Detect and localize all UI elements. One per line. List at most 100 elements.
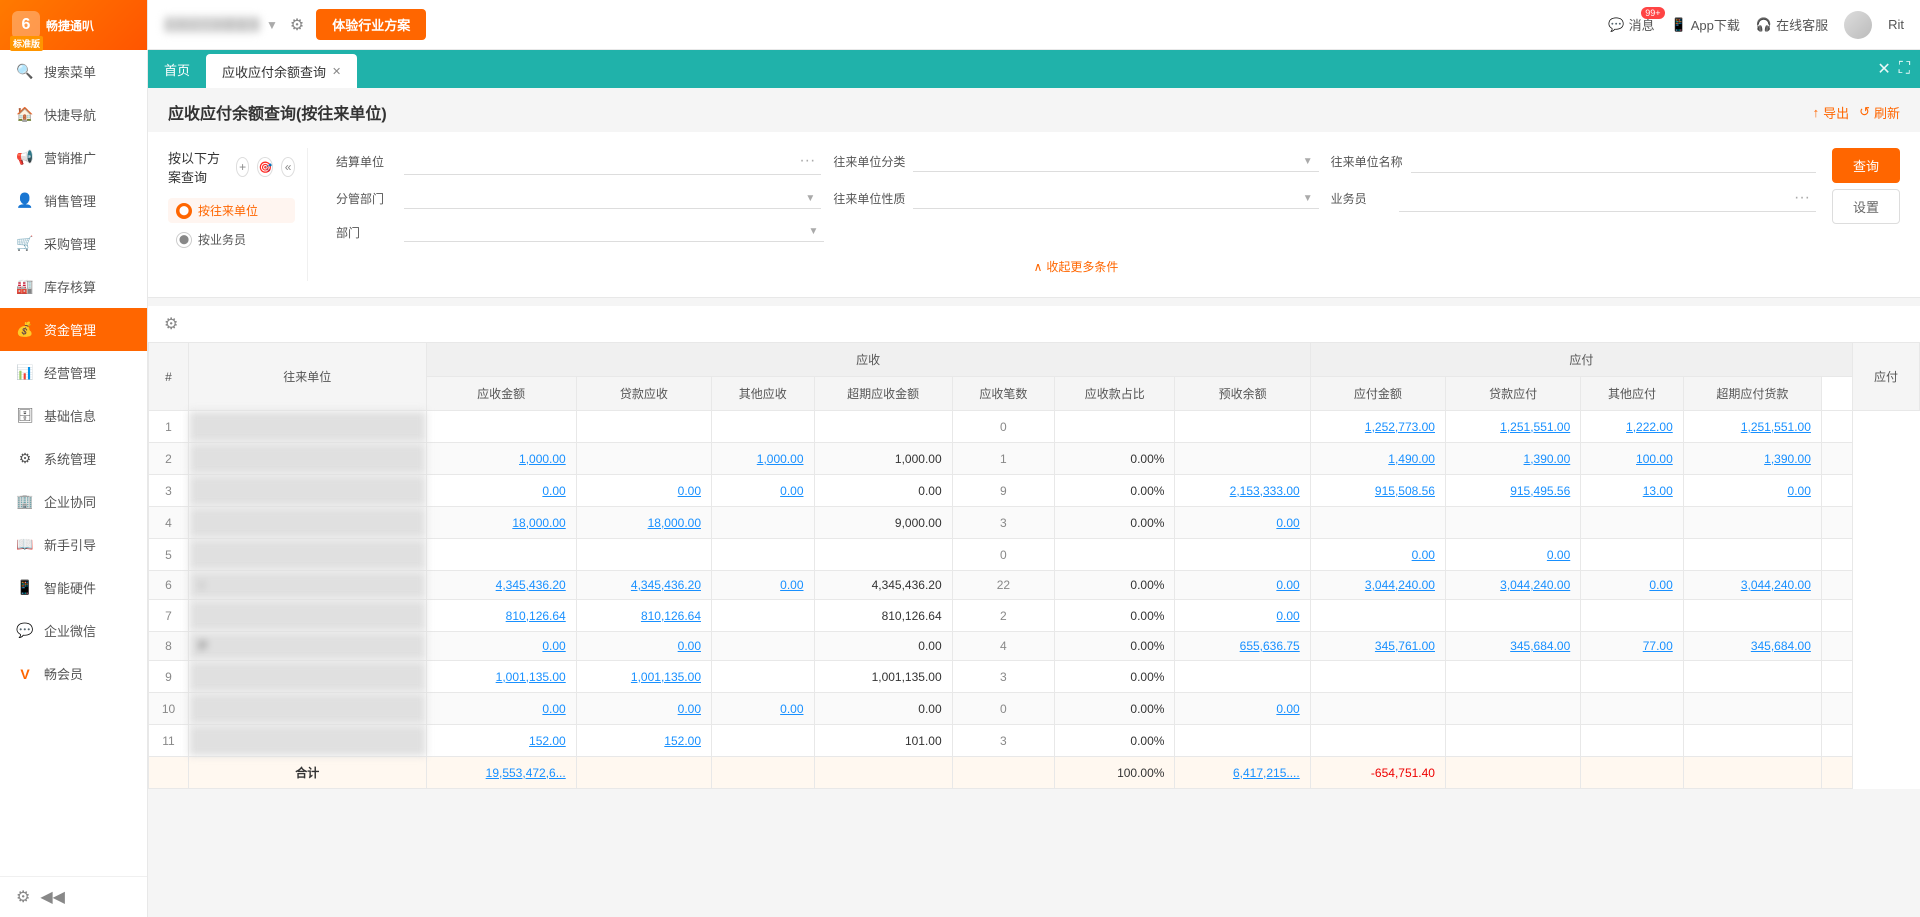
sidebar-item-inventory[interactable]: 🏭 库存核算	[0, 265, 147, 308]
table-cell[interactable]: 4,345,436.20	[426, 571, 576, 600]
filter-collapse-button[interactable]: «	[281, 157, 295, 177]
settings-icon[interactable]: ⚙	[16, 887, 30, 907]
table-cell[interactable]: 345,684.00	[1683, 632, 1821, 661]
sidebar-item-basic-info[interactable]: 🗄 基础信息	[0, 394, 147, 437]
unit-category-input[interactable]: ▼	[913, 152, 1318, 172]
sidebar-item-search[interactable]: 🔍 搜索菜单	[0, 50, 147, 93]
close-all-icon[interactable]: ✕	[1877, 59, 1890, 79]
table-cell[interactable]: 915,495.56	[1445, 475, 1580, 507]
table-cell[interactable]: 1,252,773.00	[1310, 411, 1445, 443]
table-cell[interactable]: 1,251,551.00	[1445, 411, 1580, 443]
message-button[interactable]: 💬 消息 99+	[1608, 15, 1654, 34]
table-settings-icon[interactable]: ⚙	[164, 314, 178, 334]
table-cell[interactable]: 4,345,436.20	[576, 571, 711, 600]
settlement-input[interactable]: ···	[404, 148, 821, 175]
table-cell[interactable]: 915,508.56	[1310, 475, 1445, 507]
more-conditions-toggle[interactable]: ∧ 收起更多条件	[336, 252, 1816, 281]
table-cell[interactable]: 0.00	[576, 632, 711, 661]
table-cell[interactable]: 0.00	[1175, 507, 1310, 539]
table-cell[interactable]: 18,000.00	[426, 507, 576, 539]
table-cell[interactable]: 0.00	[712, 571, 815, 600]
table-cell[interactable]: 0.00	[1175, 571, 1310, 600]
filter-option-by-unit[interactable]: ⬤ 按往来单位	[168, 198, 295, 223]
table-cell[interactable]: 1,000.00	[712, 443, 815, 475]
refresh-button[interactable]: ↺ 刷新	[1859, 103, 1900, 122]
table-cell[interactable]: 0.00	[426, 475, 576, 507]
table-cell[interactable]: 1,001,135.00	[426, 661, 576, 693]
table-cell[interactable]: 18,000.00	[576, 507, 711, 539]
sidebar-item-wechat[interactable]: 💬 企业微信	[0, 609, 147, 652]
table-cell[interactable]: 152.00	[576, 725, 711, 757]
table-cell[interactable]: 0.00	[1683, 475, 1821, 507]
table-cell[interactable]: 345,761.00	[1310, 632, 1445, 661]
unit-nature-input[interactable]: ▼	[913, 189, 1318, 209]
dept-manage-input[interactable]: ▼	[404, 189, 821, 209]
table-cell	[576, 411, 711, 443]
sidebar-item-sales[interactable]: 👤 销售管理	[0, 179, 147, 222]
table-cell[interactable]: 0.00	[1310, 539, 1445, 571]
table-cell[interactable]: 1,222.00	[1581, 411, 1684, 443]
table-cell[interactable]: 0.00	[426, 693, 576, 725]
footer-ar-amount[interactable]: 19,553,472,6...	[426, 757, 576, 789]
table-cell[interactable]: 345,684.00	[1445, 632, 1580, 661]
sidebar-item-member[interactable]: V 畅会员	[0, 652, 147, 695]
table-cell[interactable]: 0.00	[1581, 571, 1684, 600]
table-cell[interactable]: 3,044,240.00	[1683, 571, 1821, 600]
collapse-icon[interactable]: ◀◀	[40, 887, 65, 907]
export-button[interactable]: ↑ 导出	[1813, 103, 1850, 122]
table-cell[interactable]: 77.00	[1581, 632, 1684, 661]
tab-ar-ap[interactable]: 应收应付余额查询 ✕	[206, 54, 357, 88]
setting-button[interactable]: 设置	[1832, 189, 1900, 224]
app-download-button[interactable]: 📱 App下载	[1671, 15, 1740, 34]
sidebar-item-enterprise[interactable]: 🏢 企业协同	[0, 480, 147, 523]
table-cell[interactable]: 0.00	[1175, 693, 1310, 725]
table-cell[interactable]: 0.00	[1445, 539, 1580, 571]
table-cell[interactable]: 100.00	[1581, 443, 1684, 475]
query-button[interactable]: 查询	[1832, 148, 1900, 183]
table-cell[interactable]: 810,126.64	[426, 600, 576, 632]
filter-add-button[interactable]: +	[236, 157, 250, 177]
unit-name-input[interactable]	[1411, 150, 1816, 173]
sidebar-item-operations[interactable]: 📊 经营管理	[0, 351, 147, 394]
sidebar-item-finance[interactable]: 💰 资金管理	[0, 308, 147, 351]
table-cell[interactable]: 0.00	[576, 693, 711, 725]
sidebar-item-system[interactable]: ⚙ 系统管理	[0, 437, 147, 480]
sidebar-item-guide[interactable]: 📖 新手引导	[0, 523, 147, 566]
user-avatar[interactable]	[1844, 11, 1872, 39]
solution-button[interactable]: 体验行业方案	[316, 9, 426, 40]
table-cell[interactable]: 1,490.00	[1310, 443, 1445, 475]
table-cell[interactable]: 0.00	[426, 632, 576, 661]
table-cell[interactable]: 1,001,135.00	[576, 661, 711, 693]
salesman-input[interactable]: ···	[1399, 185, 1816, 212]
table-cell[interactable]: 1,000.00	[426, 443, 576, 475]
table-cell[interactable]: 1,390.00	[1445, 443, 1580, 475]
sidebar-item-quick-nav[interactable]: 🏠 快捷导航	[0, 93, 147, 136]
table-cell[interactable]: 2,153,333.00	[1175, 475, 1310, 507]
table-cell[interactable]: 3,044,240.00	[1445, 571, 1580, 600]
sidebar-item-purchase[interactable]: 🛒 采购管理	[0, 222, 147, 265]
system-icon: ⚙	[16, 450, 34, 468]
table-cell[interactable]: 1,390.00	[1683, 443, 1821, 475]
footer-prepaid[interactable]: 6,417,215....	[1175, 757, 1310, 789]
table-cell[interactable]: 3,044,240.00	[1310, 571, 1445, 600]
table-cell[interactable]: 0.00	[712, 475, 815, 507]
table-cell[interactable]: 0.00	[1175, 600, 1310, 632]
filter-target-button[interactable]: 🎯	[257, 157, 273, 177]
table-cell[interactable]: 0.00	[576, 475, 711, 507]
sidebar-item-hardware[interactable]: 📱 智能硬件	[0, 566, 147, 609]
topbar-gear-icon[interactable]: ⚙	[290, 15, 304, 35]
tab-home[interactable]: 首页	[148, 50, 206, 88]
table-cell[interactable]: 0.00	[712, 693, 815, 725]
table-cell[interactable]: 810,126.64	[576, 600, 711, 632]
expand-icon[interactable]: ⛶	[1899, 60, 1910, 78]
table-cell[interactable]: 152.00	[426, 725, 576, 757]
dept-input[interactable]: ▼	[404, 222, 824, 242]
table-cell[interactable]: 1,251,551.00	[1683, 411, 1821, 443]
table-cell[interactable]: 13.00	[1581, 475, 1684, 507]
online-service-button[interactable]: 🎧 在线客服	[1756, 15, 1828, 34]
tab-close-icon[interactable]: ✕	[332, 65, 341, 78]
sidebar-item-marketing[interactable]: 📢 营销推广	[0, 136, 147, 179]
filter-option-by-staff[interactable]: ⬤ 按业务员	[168, 227, 295, 252]
table-cell[interactable]: 655,636.75	[1175, 632, 1310, 661]
table-toolbar: ⚙	[148, 306, 1920, 342]
